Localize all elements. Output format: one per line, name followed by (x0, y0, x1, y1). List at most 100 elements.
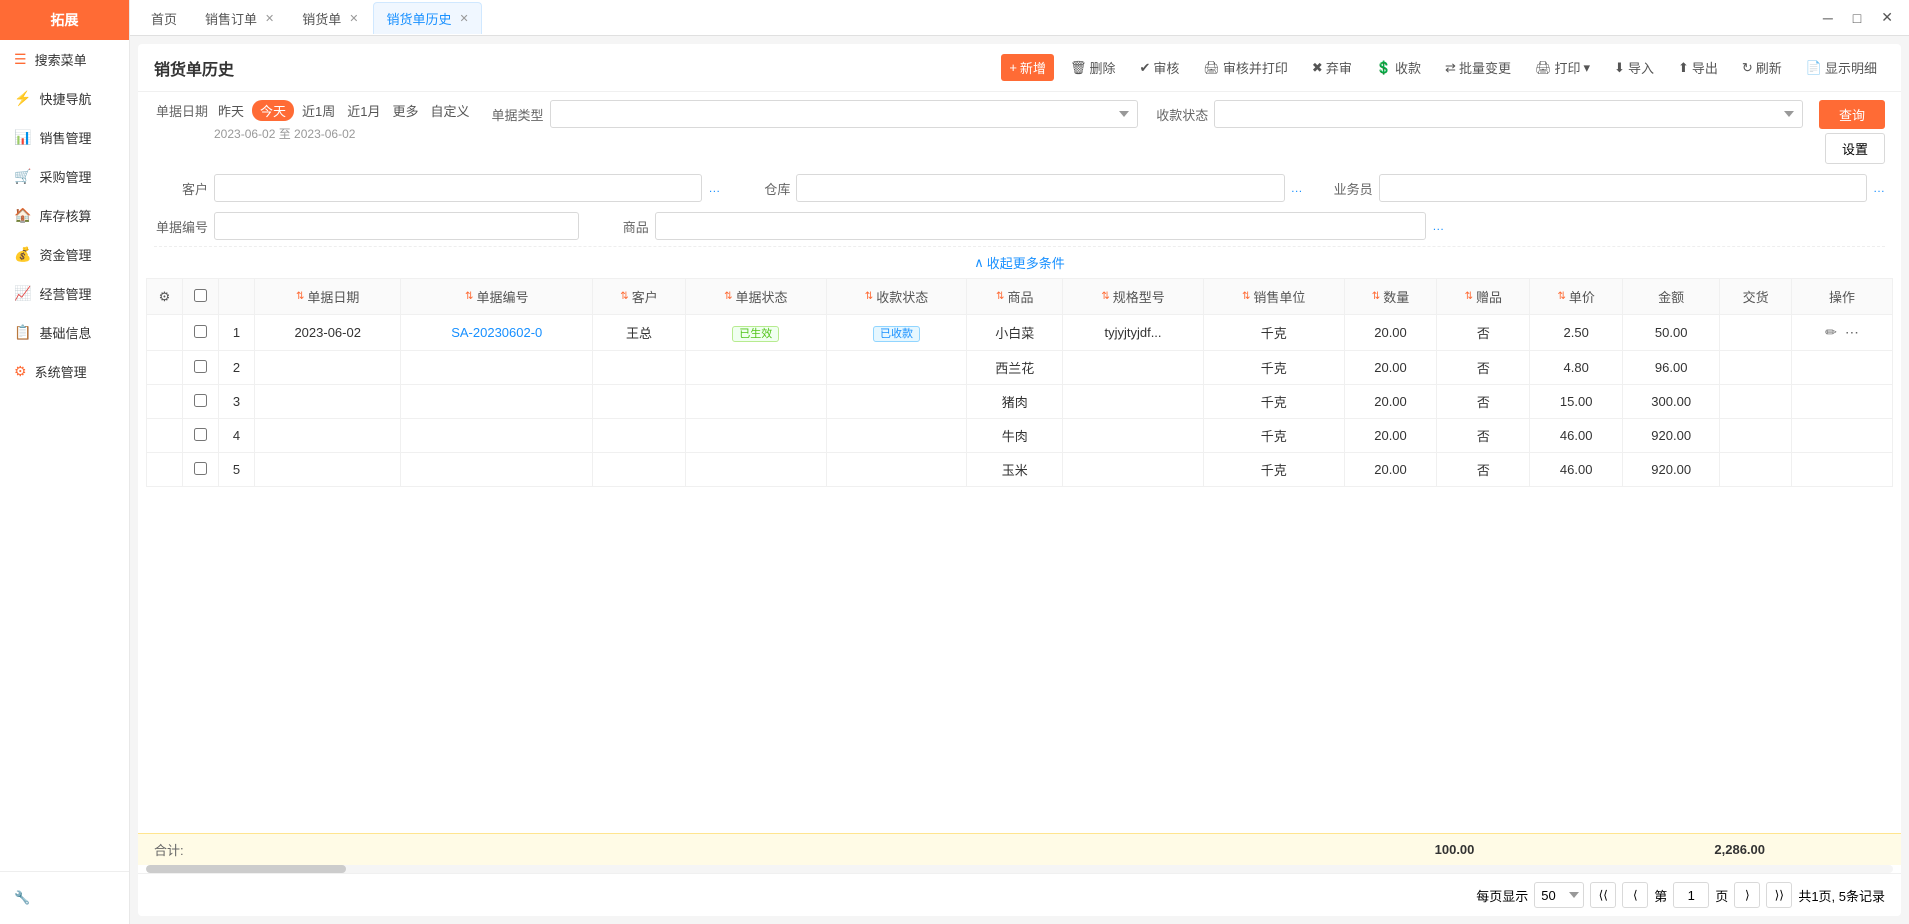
customer-dots[interactable]: … (708, 181, 720, 195)
row-transaction-cell (1720, 315, 1792, 351)
export-button[interactable]: ⬆ 导出 (1670, 54, 1726, 81)
horizontal-scrollbar[interactable] (146, 865, 1893, 873)
row-doc-status-cell (685, 351, 826, 385)
row-checkbox[interactable] (194, 325, 207, 338)
show-detail-button[interactable]: 📄 显示明细 (1798, 54, 1885, 81)
window-maximize-button[interactable]: □ (1845, 6, 1869, 30)
sidebar-item-system-mgmt[interactable]: ⚙ 系统管理 (0, 352, 129, 391)
batch-change-button[interactable]: ⇄ 批量变更 (1437, 54, 1519, 81)
page-prev-button[interactable]: ⟨ (1622, 882, 1648, 908)
row-check-cell[interactable] (183, 453, 219, 487)
delete-button[interactable]: 🗑 删除 (1062, 54, 1124, 81)
sidebar-item-quick-nav[interactable]: ⚡ 快捷导航 (0, 79, 129, 118)
sidebar-item-finance-mgmt[interactable]: 💰 资金管理 (0, 235, 129, 274)
th-price[interactable]: ⇅单价 (1530, 279, 1623, 315)
page-first-button[interactable]: ⟨⟨ (1590, 882, 1616, 908)
sidebar-item-operation-mgmt[interactable]: 📈 经营管理 (0, 274, 129, 313)
doc-type-select[interactable] (550, 100, 1139, 128)
payment-status-select[interactable] (1214, 100, 1803, 128)
page-last-button[interactable]: ⟩⟩ (1766, 882, 1792, 908)
th-pay-status[interactable]: ⇅收款状态 (826, 279, 967, 315)
print-button[interactable]: 🖨 打印 ▾ (1527, 54, 1598, 81)
date-shortcut-more[interactable]: 更多 (389, 100, 423, 121)
tab-sales-history[interactable]: 销货单历史 ✕ (373, 2, 481, 34)
discard-button[interactable]: ✖ 弃审 (1304, 54, 1360, 81)
salesperson-input[interactable] (1379, 174, 1867, 202)
sidebar-item-inventory[interactable]: 🏠 库存核算 (0, 196, 129, 235)
sidebar-item-base-info[interactable]: 📋 基础信息 (0, 313, 129, 352)
audit-print-button[interactable]: 🖨 审核并打印 (1195, 54, 1296, 81)
row-checkbox[interactable] (194, 360, 207, 373)
date-shortcut-today[interactable]: 今天 (252, 100, 294, 121)
th-doc-no[interactable]: ⇅单据编号 (401, 279, 593, 315)
refresh-button[interactable]: ↻ 刷新 (1734, 54, 1790, 81)
page-number-input[interactable] (1673, 882, 1709, 908)
tab-home[interactable]: 首页 (138, 2, 190, 34)
page-size-select[interactable]: 50 100 (1534, 882, 1584, 908)
date-shortcut-yesterday[interactable]: 昨天 (214, 100, 248, 121)
date-shortcuts: 昨天 今天 近1周 近1月 更多 自定义 (214, 100, 474, 121)
goods-dots[interactable]: … (1432, 219, 1444, 233)
row-pay-status-cell (826, 385, 967, 419)
row-checkbox[interactable] (194, 428, 207, 441)
th-gift[interactable]: ⇅赠品 (1437, 279, 1530, 315)
collect-button[interactable]: 💲 收款 (1368, 54, 1429, 81)
doc-no-link[interactable]: SA-20230602-0 (451, 325, 542, 340)
th-spec[interactable]: ⇅规格型号 (1063, 279, 1204, 315)
row-checkbox[interactable] (194, 462, 207, 475)
tab-sales-order[interactable]: 销售订单 ✕ (192, 2, 287, 34)
sidebar-item-purchase-mgmt[interactable]: 🛒 采购管理 (0, 157, 129, 196)
tab-sales-goods[interactable]: 销货单 ✕ (289, 2, 371, 34)
doc-no-input[interactable] (214, 212, 579, 240)
th-customer[interactable]: ⇅客户 (593, 279, 686, 315)
row-qty-cell: 20.00 (1344, 351, 1437, 385)
th-check[interactable] (183, 279, 219, 315)
import-button[interactable]: ⬇ 导入 (1606, 54, 1662, 81)
customer-input[interactable] (214, 174, 702, 202)
more-op-button[interactable]: ⋯ (1841, 322, 1863, 343)
warehouse-dots[interactable]: … (1291, 181, 1303, 195)
table-row: 5 玉米 千克 20.00 否 46.00 920.00 (147, 453, 1893, 487)
row-check-cell[interactable] (183, 351, 219, 385)
th-settings[interactable]: ⚙ (147, 279, 183, 315)
row-check-cell[interactable] (183, 385, 219, 419)
query-button[interactable]: 查询 (1819, 100, 1885, 129)
row-check-cell[interactable] (183, 315, 219, 351)
new-button[interactable]: + 新增 (1001, 54, 1054, 81)
collapse-button[interactable]: ∧ 收起更多条件 (974, 253, 1065, 272)
sidebar-item-sales-mgmt[interactable]: 📊 销售管理 (0, 118, 129, 157)
audit-button[interactable]: ✔ 审核 (1131, 54, 1187, 81)
scrollbar-thumb[interactable] (146, 865, 346, 873)
th-doc-status[interactable]: ⇅单据状态 (685, 279, 826, 315)
sidebar-item-label: 采购管理 (39, 167, 91, 186)
date-shortcut-week[interactable]: 近1周 (298, 100, 339, 121)
th-goods[interactable]: ⇅商品 (967, 279, 1063, 315)
tab-sales-order-close[interactable]: ✕ (265, 12, 274, 25)
window-close-button[interactable]: ✕ (1873, 5, 1901, 30)
row-spec-cell (1063, 351, 1204, 385)
window-minimize-button[interactable]: ─ (1815, 6, 1841, 30)
sidebar-item-search-menu[interactable]: ☰ 搜索菜单 (0, 40, 129, 79)
salesperson-dots[interactable]: … (1873, 181, 1885, 195)
tab-sales-goods-close[interactable]: ✕ (349, 12, 358, 25)
tab-sales-history-close[interactable]: ✕ (460, 12, 469, 25)
row-amount-cell: 300.00 (1623, 385, 1720, 419)
row-check-cell[interactable] (183, 419, 219, 453)
select-all-checkbox[interactable] (194, 289, 207, 302)
warehouse-input[interactable] (796, 174, 1284, 202)
batch-change-icon: ⇄ (1445, 60, 1456, 76)
th-unit[interactable]: ⇅销售单位 (1203, 279, 1344, 315)
th-doc-date[interactable]: ⇅单据日期 (255, 279, 401, 315)
page-next-button[interactable]: ⟩ (1734, 882, 1760, 908)
goods-input[interactable] (655, 212, 1427, 240)
print-dropdown-icon: ▾ (1584, 60, 1591, 76)
th-qty[interactable]: ⇅数量 (1344, 279, 1437, 315)
setting-button[interactable]: 设置 (1825, 133, 1885, 164)
row-customer-cell (593, 351, 686, 385)
sidebar-bottom-settings[interactable]: 🔧 (0, 880, 129, 916)
row-checkbox[interactable] (194, 394, 207, 407)
date-shortcut-month[interactable]: 近1月 (343, 100, 384, 121)
inventory-icon: 🏠 (14, 207, 31, 224)
edit-op-button[interactable]: ✏ (1821, 322, 1841, 343)
date-shortcut-custom[interactable]: 自定义 (427, 100, 474, 121)
